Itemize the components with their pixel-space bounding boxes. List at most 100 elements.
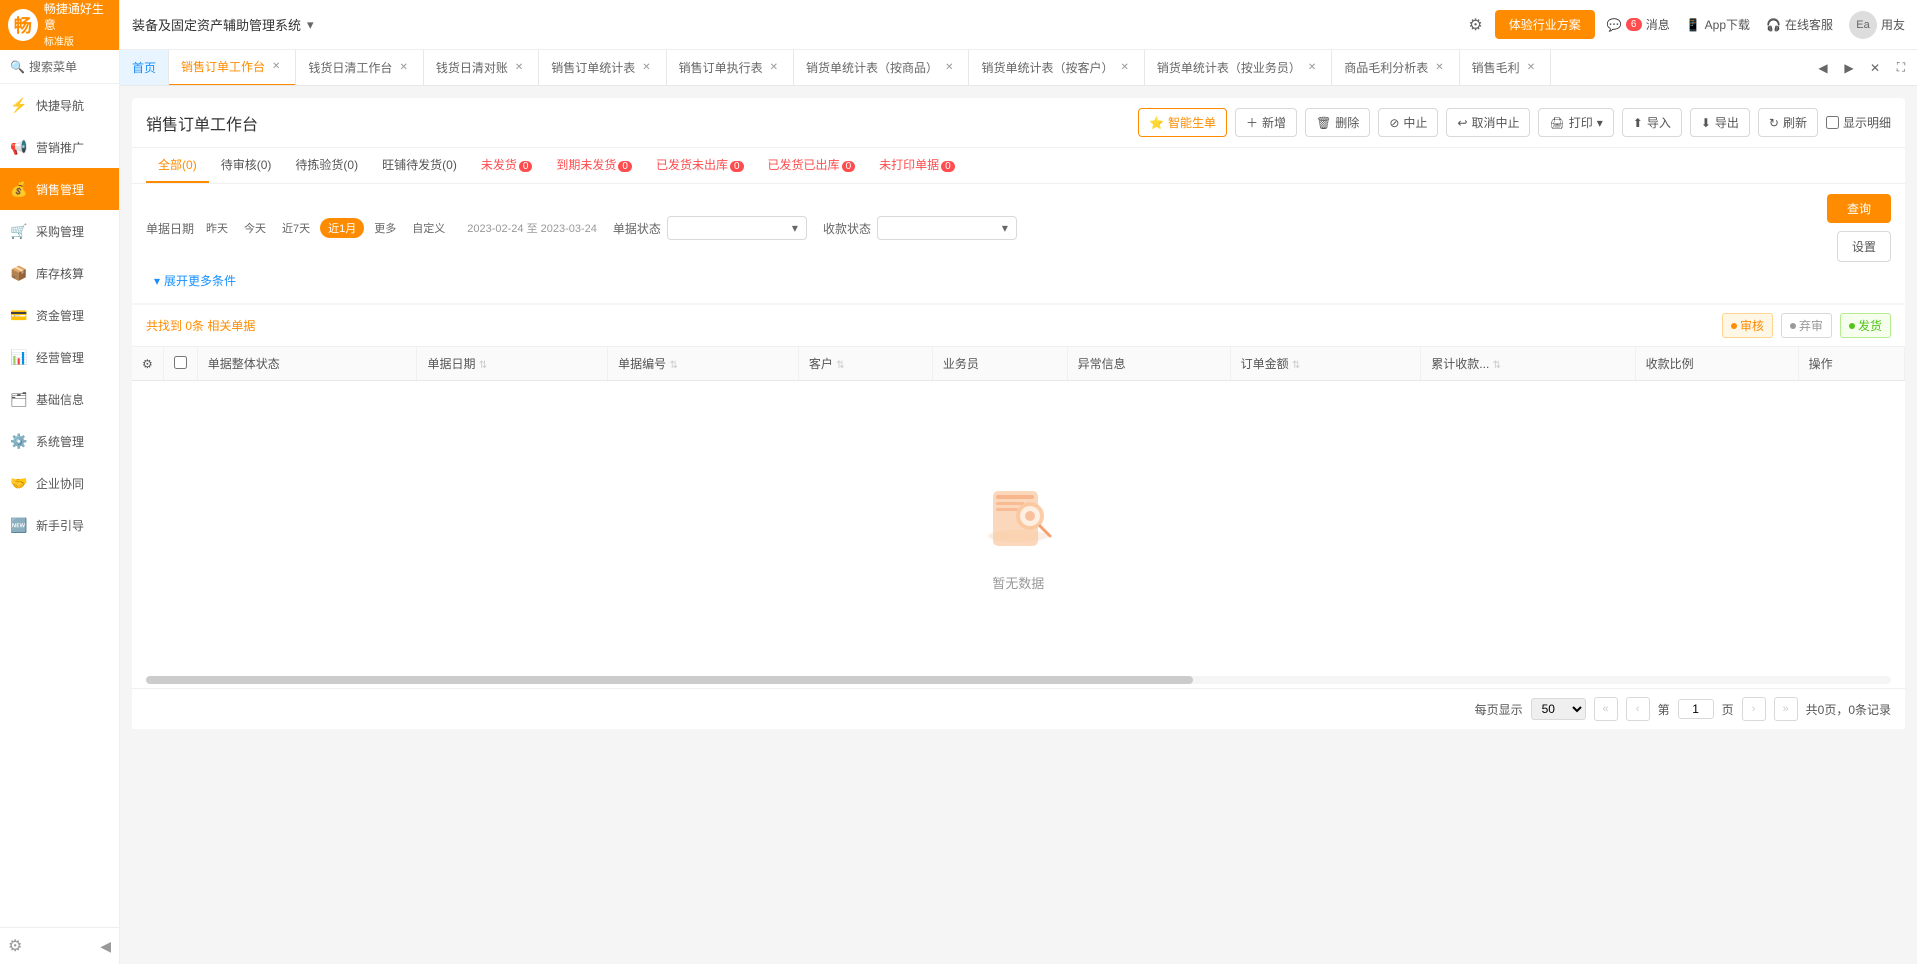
page-input[interactable] xyxy=(1678,699,1714,719)
tab-close-icon[interactable]: ✕ xyxy=(1432,61,1446,74)
sort-icon[interactable]: ⇅ xyxy=(1292,360,1300,371)
th-checkbox[interactable] xyxy=(163,347,197,381)
new-btn[interactable]: ＋ 新增 xyxy=(1235,108,1297,137)
filter-tab-pending-audit[interactable]: 待审核(0) xyxy=(209,148,284,183)
cancel-audit-btn[interactable]: 弃审 xyxy=(1781,313,1832,338)
filter-tab-expired-unshipped[interactable]: 到期未发货0 xyxy=(544,148,644,183)
tab-sales-order[interactable]: 销售订单工作台 ✕ xyxy=(169,50,296,86)
tab-close-icon[interactable]: ✕ xyxy=(1524,61,1538,74)
th-setting[interactable]: ⚙ xyxy=(132,347,163,381)
page-size-select[interactable]: 50 10 20 100 xyxy=(1531,698,1586,720)
sidebar-item-sales[interactable]: 💰 销售管理 xyxy=(0,168,119,210)
th-amount[interactable]: 订单金额 ⇅ xyxy=(1230,347,1421,381)
message-action[interactable]: 💬 6 消息 xyxy=(1607,16,1670,33)
next-page-btn[interactable]: › xyxy=(1742,697,1766,721)
filter-tab-pending-inspect[interactable]: 待拣验货(0) xyxy=(283,148,370,183)
tab-sales-stat-staff[interactable]: 销货单统计表（按业务员） ✕ xyxy=(1145,50,1332,86)
tab-close-icon[interactable]: ✕ xyxy=(1117,61,1131,74)
topbar-settings-icon[interactable]: ⚙ xyxy=(1468,15,1482,35)
filter-tab-all[interactable]: 全部(0) xyxy=(146,148,209,183)
tab-close-icon[interactable]: ✕ xyxy=(396,61,410,74)
user-menu[interactable]: Ea 用友 xyxy=(1849,11,1905,39)
tab-sales-revenue[interactable]: 销售毛利 ✕ xyxy=(1460,50,1551,86)
tab-gross-profit[interactable]: 商品毛利分析表 ✕ xyxy=(1332,50,1459,86)
filter-tab-shipped-not-out[interactable]: 已发货未出库0 xyxy=(644,148,756,183)
sidebar-item-purchase[interactable]: 🛒 采购管理 xyxy=(0,210,119,252)
tab-sales-stat-product[interactable]: 销货单统计表（按商品） ✕ xyxy=(794,50,969,86)
show-detail-checkbox[interactable] xyxy=(1826,116,1839,129)
dropdown-chevron-icon[interactable]: ▾ xyxy=(307,17,314,33)
filter-tab-unprinted[interactable]: 未打印单据0 xyxy=(867,148,967,183)
tab-close-all-btn[interactable]: ✕ xyxy=(1863,56,1887,80)
ship-btn[interactable]: 发货 xyxy=(1840,313,1891,338)
cancel-stop-btn[interactable]: ↩ 取消中止 xyxy=(1446,108,1530,137)
tab-close-icon[interactable]: ✕ xyxy=(269,60,283,73)
sidebar-collapse-icon[interactable]: ◀ xyxy=(100,938,111,955)
tab-sales-exec[interactable]: 销售订单执行表 ✕ xyxy=(667,50,794,86)
industry-btn[interactable]: 体验行业方案 xyxy=(1495,10,1595,39)
shortcut-today[interactable]: 今天 xyxy=(238,218,272,238)
tab-home[interactable]: 首页 xyxy=(120,50,169,86)
filter-tab-shipped-out[interactable]: 已发货已出库0 xyxy=(756,148,868,183)
select-all-checkbox[interactable] xyxy=(174,356,187,369)
scroll-bar[interactable] xyxy=(146,676,1193,684)
sidebar-item-inventory[interactable]: 📦 库存核算 xyxy=(0,252,119,294)
import-btn[interactable]: ⬆ 导入 xyxy=(1622,108,1682,137)
th-collected[interactable]: 累计收款... ⇅ xyxy=(1421,347,1635,381)
th-date[interactable]: 单据日期 ⇅ xyxy=(417,347,608,381)
tab-cash-daily[interactable]: 钱货日清工作台 ✕ xyxy=(296,50,423,86)
tab-sales-stat[interactable]: 销售订单统计表 ✕ xyxy=(539,50,666,86)
set-btn[interactable]: 设置 xyxy=(1837,231,1891,262)
column-setting-icon[interactable]: ⚙ xyxy=(142,357,153,371)
sort-icon[interactable]: ⇅ xyxy=(1493,360,1501,371)
shortcut-more[interactable]: 更多 xyxy=(368,218,402,238)
sidebar-settings-icon[interactable]: ⚙ xyxy=(8,936,22,956)
export-btn[interactable]: ⬇ 导出 xyxy=(1690,108,1750,137)
sidebar-item-system[interactable]: ⚙️ 系统管理 xyxy=(0,420,119,462)
app-download-action[interactable]: 📱 App下载 xyxy=(1686,16,1750,33)
tab-sales-stat-customer[interactable]: 销货单统计表（按客户） ✕ xyxy=(969,50,1144,86)
tab-close-icon[interactable]: ✕ xyxy=(767,61,781,74)
sidebar-item-finance[interactable]: 💳 资金管理 xyxy=(0,294,119,336)
sidebar-item-enterprise[interactable]: 🤝 企业协同 xyxy=(0,462,119,504)
delete-btn[interactable]: 🗑 删除 xyxy=(1305,108,1370,137)
th-customer[interactable]: 客户 ⇅ xyxy=(798,347,932,381)
tab-cash-reconcile[interactable]: 钱货日清对账 ✕ xyxy=(424,50,539,86)
online-service-action[interactable]: 🎧 在线客服 xyxy=(1766,16,1833,33)
tab-scroll-right-btn[interactable]: ▶ xyxy=(1837,56,1861,80)
sidebar-item-quick-nav[interactable]: ⚡ 快捷导航 xyxy=(0,84,119,126)
filter-tab-wangpu[interactable]: 旺铺待发货(0) xyxy=(370,148,469,183)
tab-close-icon[interactable]: ✕ xyxy=(639,61,653,74)
shortcut-custom[interactable]: 自定义 xyxy=(406,218,451,238)
expand-btn[interactable]: ▾ 展开更多条件 xyxy=(146,268,1891,293)
shortcut-1month[interactable]: 近1月 xyxy=(320,218,364,238)
scroll-bar-wrapper[interactable] xyxy=(146,676,1891,684)
stop-btn[interactable]: ⊘ 中止 xyxy=(1378,108,1438,137)
payment-select[interactable]: ▾ xyxy=(877,216,1017,240)
sidebar-search[interactable]: 🔍 搜索菜单 xyxy=(0,50,119,84)
sidebar-item-basic-info[interactable]: 🗂 基础信息 xyxy=(0,378,119,420)
sort-icon[interactable]: ⇅ xyxy=(670,360,678,371)
tab-fullscreen-btn[interactable]: ⛶ xyxy=(1889,56,1913,80)
smart-btn[interactable]: ⭐ 智能生单 xyxy=(1138,108,1227,137)
sort-icon[interactable]: ⇅ xyxy=(836,360,844,371)
refresh-btn[interactable]: ↻ 刷新 xyxy=(1758,108,1818,137)
first-page-btn[interactable]: « xyxy=(1594,697,1618,721)
sidebar-item-guide[interactable]: 🆕 新手引导 xyxy=(0,504,119,546)
show-detail-checkbox-wrapper[interactable]: 显示明细 xyxy=(1826,114,1891,131)
query-btn[interactable]: 查询 xyxy=(1827,194,1891,223)
sort-icon[interactable]: ⇅ xyxy=(479,360,487,371)
prev-page-btn[interactable]: ‹ xyxy=(1626,697,1650,721)
tab-close-icon[interactable]: ✕ xyxy=(512,61,526,74)
th-number[interactable]: 单据编号 ⇅ xyxy=(608,347,799,381)
shortcut-yesterday[interactable]: 昨天 xyxy=(200,218,234,238)
tab-close-icon[interactable]: ✕ xyxy=(1305,61,1319,74)
tab-scroll-left-btn[interactable]: ◀ xyxy=(1811,56,1835,80)
filter-tab-unshipped[interactable]: 未发货0 xyxy=(469,148,545,183)
sidebar-item-marketing[interactable]: 📢 营销推广 xyxy=(0,126,119,168)
last-page-btn[interactable]: » xyxy=(1774,697,1798,721)
print-btn[interactable]: 🖨 打印 ▾ xyxy=(1538,108,1613,137)
status-select[interactable]: ▾ xyxy=(667,216,807,240)
sidebar-item-operations[interactable]: 📊 经营管理 xyxy=(0,336,119,378)
shortcut-7days[interactable]: 近7天 xyxy=(276,218,316,238)
